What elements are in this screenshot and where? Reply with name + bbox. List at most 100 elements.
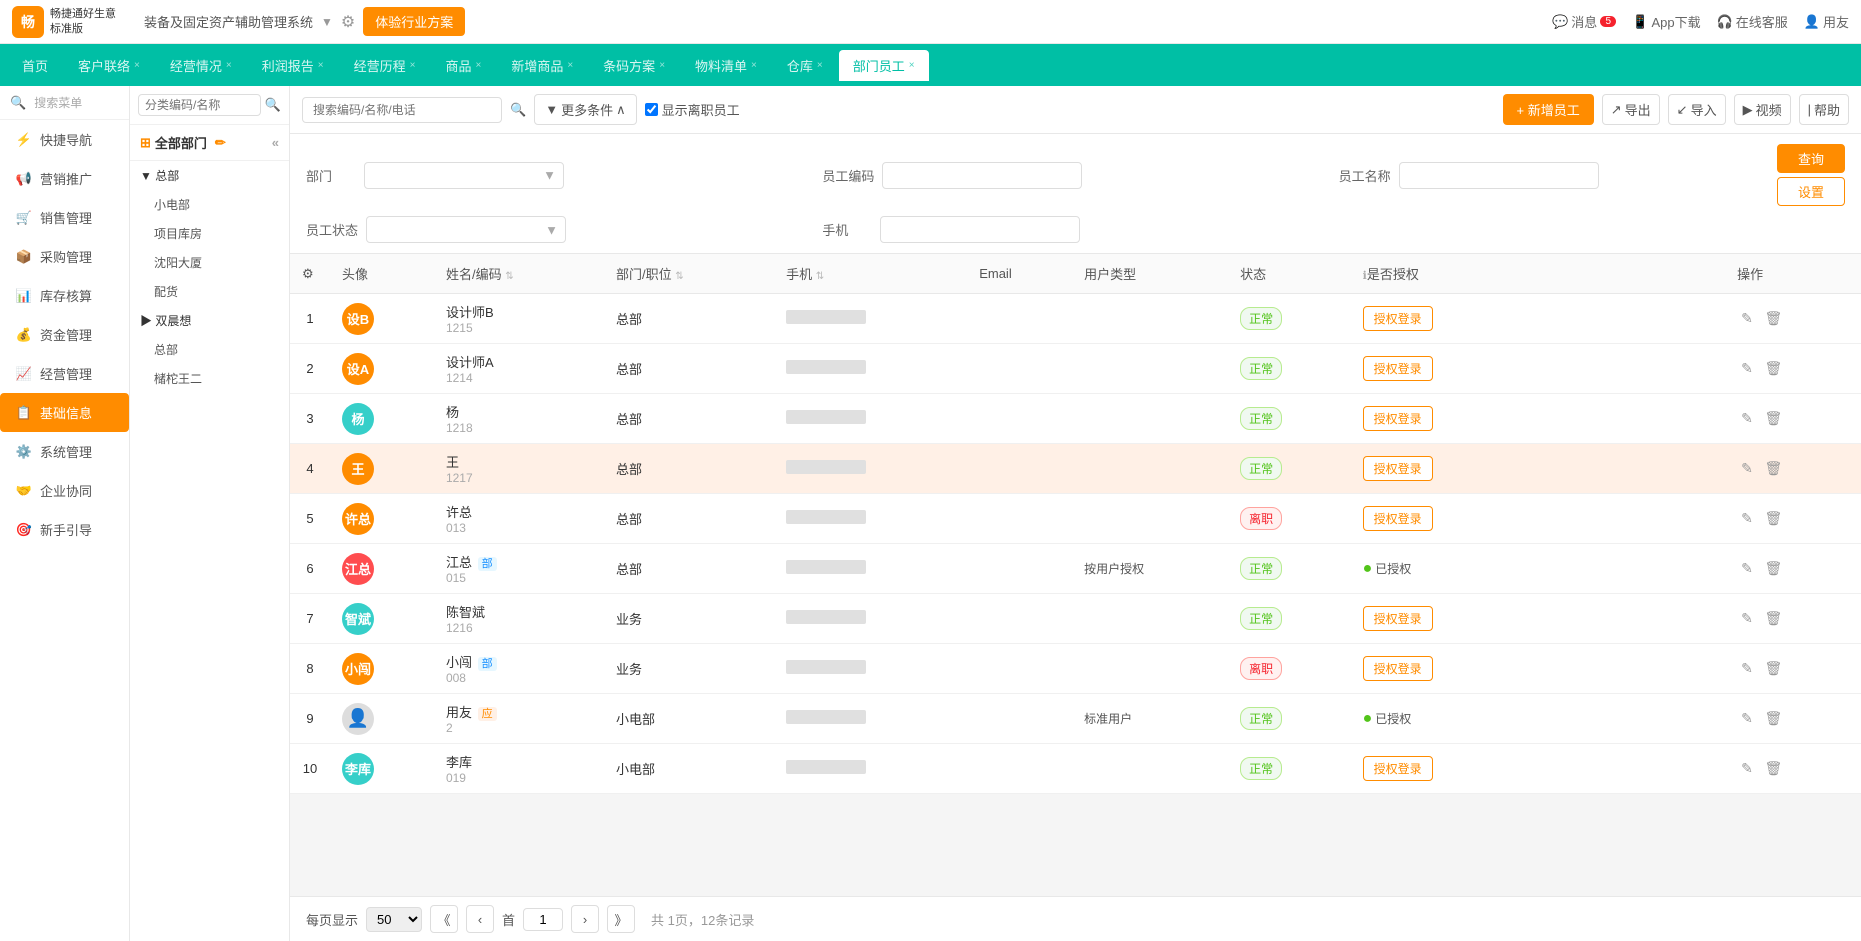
th-settings[interactable]: ⚙ — [290, 254, 330, 294]
delete-btn[interactable]: 🗑 — [1761, 608, 1787, 629]
prev-page-btn[interactable]: ‹ — [466, 905, 494, 933]
nav-tab-仓库[interactable]: 仓库× — [773, 50, 837, 81]
edit-btn[interactable]: ✎ — [1737, 408, 1757, 429]
th-dept[interactable]: 部门/职位 ⇅ — [604, 254, 774, 294]
sidebar-item-quick-nav[interactable]: ⚡ 快捷导航 — [0, 120, 129, 159]
nav-tab-利润报告[interactable]: 利润报告× — [248, 50, 338, 81]
experience-btn[interactable]: 体验行业方案 — [363, 7, 465, 36]
page-input[interactable] — [523, 908, 563, 931]
reset-btn[interactable]: 设置 — [1777, 177, 1845, 206]
tree-collapse-icon[interactable]: « — [272, 135, 279, 150]
th-phone[interactable]: 手机 ⇅ — [774, 254, 967, 294]
message-action[interactable]: 💬 消息 5 — [1552, 12, 1616, 31]
tab-close-icon[interactable]: × — [410, 60, 416, 71]
delete-btn[interactable]: 🗑 — [1761, 658, 1787, 679]
first-page-btn[interactable]: 《 — [430, 905, 458, 933]
page-size-select[interactable]: 50 10 20 100 — [366, 907, 422, 932]
sidebar-item-purchase[interactable]: 📦 采购管理 — [0, 237, 129, 276]
edit-btn[interactable]: ✎ — [1737, 458, 1757, 479]
nav-tab-首页[interactable]: 首页 — [8, 50, 62, 81]
user-action[interactable]: 👤 用友 — [1804, 12, 1849, 31]
tab-close-icon[interactable]: × — [318, 60, 324, 71]
nav-tab-新增商品[interactable]: 新增商品× — [497, 50, 587, 81]
show-resigned-input[interactable] — [645, 103, 658, 116]
edit-btn[interactable]: ✎ — [1737, 658, 1757, 679]
delete-btn[interactable]: 🗑 — [1761, 508, 1787, 529]
sidebar-item-marketing[interactable]: 📢 营销推广 — [0, 159, 129, 198]
toolbar-search-icon[interactable]: 🔍 — [510, 102, 526, 118]
edit-btn[interactable]: ✎ — [1737, 508, 1757, 529]
nav-tab-商品[interactable]: 商品× — [431, 50, 495, 81]
help-btn[interactable]: | 帮助 — [1799, 94, 1849, 125]
tab-close-icon[interactable]: × — [567, 60, 573, 71]
search-input[interactable] — [302, 97, 502, 123]
sidebar-item-sales[interactable]: 🛒 销售管理 — [0, 198, 129, 237]
sidebar-item-operation[interactable]: 📈 经营管理 — [0, 354, 129, 393]
emp-name-input[interactable] — [1399, 162, 1599, 189]
show-resigned-checkbox[interactable]: 显示离职员工 — [645, 100, 740, 119]
delete-btn[interactable]: 🗑 — [1761, 758, 1787, 779]
view-btn[interactable]: ▶ 视频 — [1734, 94, 1791, 125]
next-page-btn[interactable]: › — [571, 905, 599, 933]
tree-node-shuangchen[interactable]: ▶ 双晨想 — [130, 306, 289, 335]
th-auth[interactable]: ℹ是否授权 — [1351, 254, 1526, 294]
edit-btn[interactable]: ✎ — [1737, 358, 1757, 379]
auth-btn[interactable]: 授权登录 — [1363, 656, 1433, 681]
nav-tab-客户联络[interactable]: 客户联络× — [64, 50, 154, 81]
emp-status-select[interactable] — [366, 216, 566, 243]
dept-select[interactable] — [364, 162, 564, 189]
edit-btn[interactable]: ✎ — [1737, 708, 1757, 729]
tree-search-input[interactable] — [138, 94, 261, 116]
tree-node-xiangmuji[interactable]: 项目库房 — [130, 219, 289, 248]
export-btn[interactable]: ↗ 导出 — [1602, 94, 1660, 125]
tab-close-icon[interactable]: × — [817, 60, 823, 71]
nav-tab-经营情况[interactable]: 经营情况× — [156, 50, 246, 81]
online-service-action[interactable]: 🎧 在线客服 — [1717, 12, 1788, 31]
tab-close-icon[interactable]: × — [226, 60, 232, 71]
tab-close-icon[interactable]: × — [134, 60, 140, 71]
th-name[interactable]: 姓名/编码 ⇅ — [434, 254, 604, 294]
nav-tab-部门员工[interactable]: 部门员工× — [839, 50, 929, 81]
sidebar-item-system[interactable]: ⚙️ 系统管理 — [0, 432, 129, 471]
sidebar-item-finance[interactable]: 💰 资金管理 — [0, 315, 129, 354]
tree-edit-icon[interactable]: ✏ — [215, 135, 226, 151]
delete-btn[interactable]: 🗑 — [1761, 558, 1787, 579]
auth-btn[interactable]: 授权登录 — [1363, 356, 1433, 381]
emp-code-input[interactable] — [882, 162, 1082, 189]
last-page-btn[interactable]: 》 — [607, 905, 635, 933]
nav-tab-物料清单[interactable]: 物料清单× — [681, 50, 771, 81]
sidebar-item-enterprise[interactable]: 🤝 企业协同 — [0, 471, 129, 510]
delete-btn[interactable]: 🗑 — [1761, 358, 1787, 379]
tree-node-zongbu2[interactable]: 总部 — [130, 335, 289, 364]
dropdown-icon[interactable]: ▼ — [321, 15, 333, 29]
more-conditions-btn[interactable]: ▼ 更多条件 ∧ — [534, 94, 636, 125]
tree-node-putuowanger[interactable]: 槠柁王二 — [130, 364, 289, 393]
tree-node-xiaodianbu[interactable]: 小电部 — [130, 190, 289, 219]
phone-input[interactable] — [880, 216, 1080, 243]
tab-close-icon[interactable]: × — [751, 60, 757, 71]
import-btn[interactable]: ↙ 导入 — [1668, 94, 1726, 125]
tree-header[interactable]: ⊞ 全部部门 ✏ « — [130, 125, 289, 161]
tab-close-icon[interactable]: × — [909, 60, 915, 71]
sidebar-search[interactable]: 🔍 搜索菜单 — [0, 86, 129, 120]
nav-tab-经营历程[interactable]: 经营历程× — [340, 50, 430, 81]
tree-node-peihuo[interactable]: 配货 — [130, 277, 289, 306]
auth-btn[interactable]: 授权登录 — [1363, 456, 1433, 481]
sidebar-item-basic[interactable]: 📋 基础信息 — [0, 393, 129, 432]
tree-search-icon[interactable]: 🔍 — [265, 97, 281, 113]
tree-node-shenyangdasha[interactable]: 沈阳大厦 — [130, 248, 289, 277]
sidebar-item-guide[interactable]: 🎯 新手引导 — [0, 510, 129, 549]
edit-btn[interactable]: ✎ — [1737, 308, 1757, 329]
delete-btn[interactable]: 🗑 — [1761, 708, 1787, 729]
app-download-action[interactable]: 📱 App下载 — [1632, 12, 1700, 31]
tree-node-zongbu[interactable]: ▼ 总部 — [130, 161, 289, 190]
delete-btn[interactable]: 🗑 — [1761, 458, 1787, 479]
auth-btn[interactable]: 授权登录 — [1363, 756, 1433, 781]
edit-btn[interactable]: ✎ — [1737, 608, 1757, 629]
auth-btn[interactable]: 授权登录 — [1363, 606, 1433, 631]
settings-icon[interactable]: ⚙ — [341, 12, 355, 32]
auth-btn[interactable]: 授权登录 — [1363, 406, 1433, 431]
delete-btn[interactable]: 🗑 — [1761, 308, 1787, 329]
tab-close-icon[interactable]: × — [659, 60, 665, 71]
auth-btn[interactable]: 授权登录 — [1363, 306, 1433, 331]
